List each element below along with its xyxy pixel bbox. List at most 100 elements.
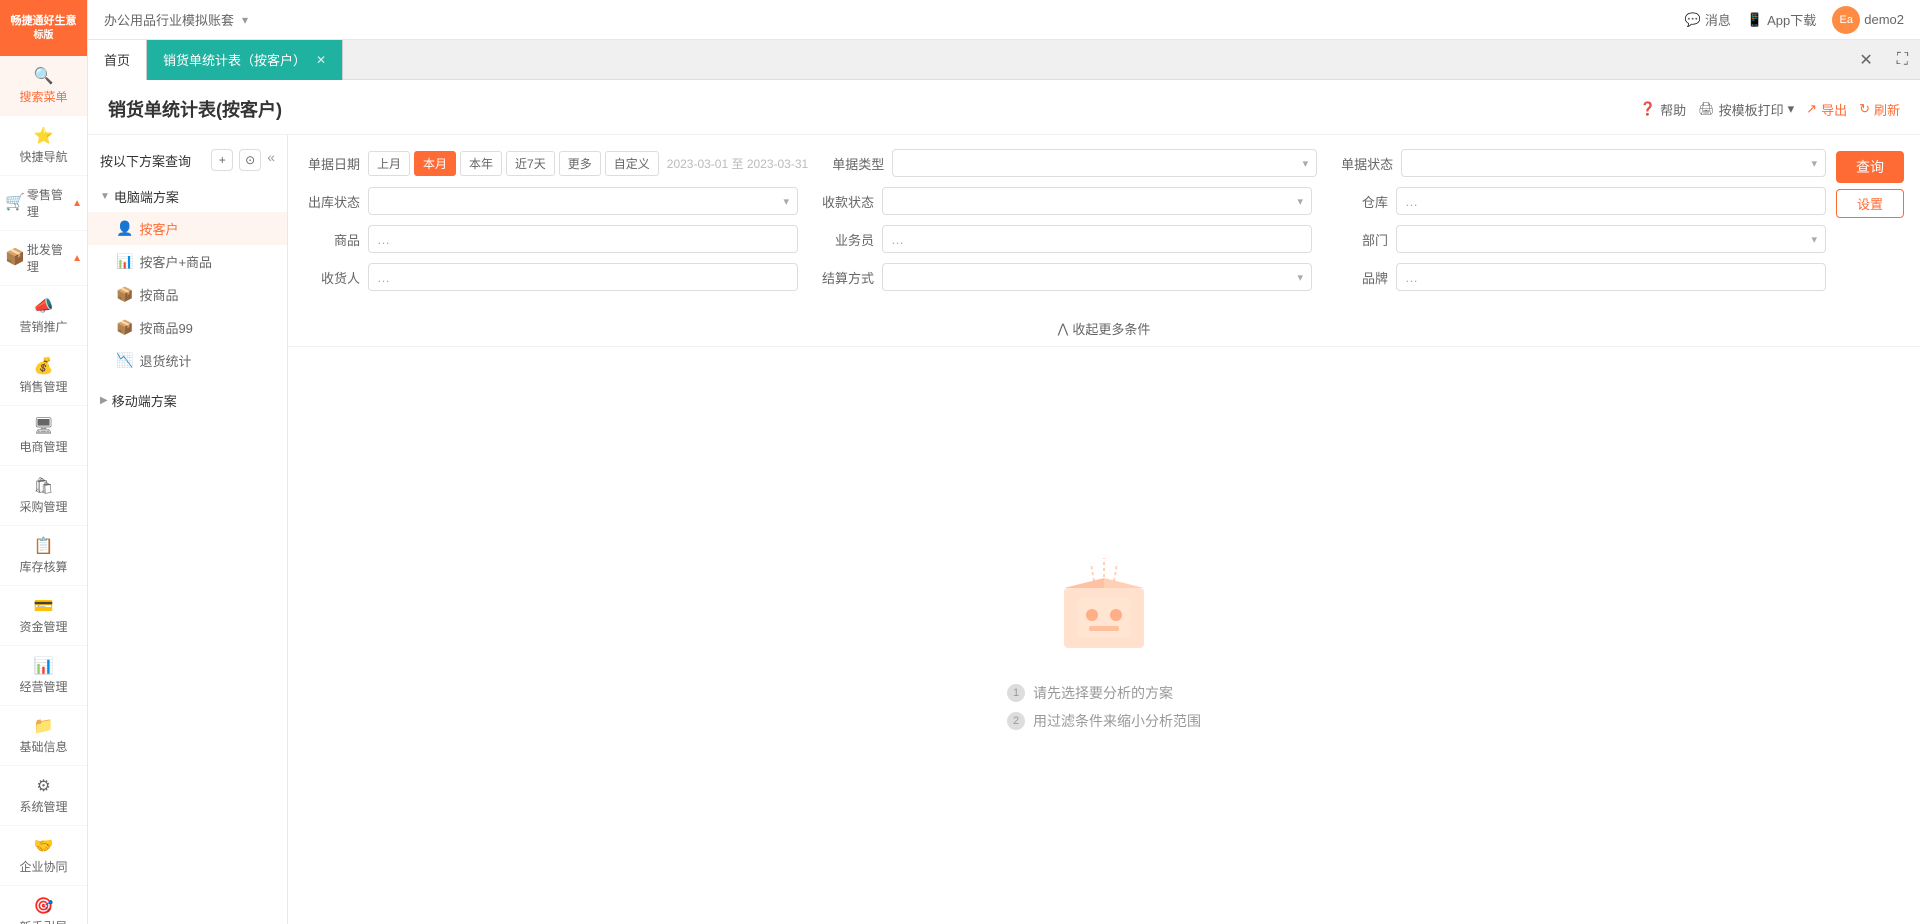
dept-arrow: ▾	[1811, 233, 1817, 246]
sidebar-item-search[interactable]: 🔍搜索菜单	[0, 56, 87, 116]
export-icon: ↗	[1806, 101, 1817, 117]
sidebar-item-retail[interactable]: 🛒零售管理▲	[0, 176, 87, 231]
out-status-select[interactable]: ▾	[368, 187, 798, 215]
date-btn-this-month[interactable]: 本月	[414, 151, 456, 176]
recipient-select[interactable]: …	[368, 263, 798, 291]
app-download-btn[interactable]: 📱 App下载	[1747, 10, 1816, 29]
settings-button[interactable]: 设置	[1836, 189, 1904, 218]
logo: 畅捷通好生意 标版	[0, 0, 87, 56]
sidebar-item-newbie[interactable]: 🎯新手引导	[0, 886, 87, 924]
settlement-select[interactable]: ▾	[882, 263, 1312, 291]
scheme-group-mobile-title[interactable]: ▶ 移动端方案	[88, 385, 287, 416]
window-close-btn[interactable]: ✕	[1847, 50, 1884, 70]
logo-subtext: 标版	[34, 29, 54, 42]
scheme-edit-btn[interactable]: ⊙	[239, 149, 261, 171]
page-title-bar: 销货单统计表(按客户) ❓ 帮助 🖨 按模板打印 ▾ ↗ 导出 ↻ 刷新	[88, 80, 1920, 135]
tip-num-2: 2	[1007, 712, 1025, 730]
salesperson-select[interactable]: …	[882, 225, 1312, 253]
sidebar-label-ecommerce: 电商管理	[19, 438, 67, 455]
scheme-item-customer-goods[interactable]: 📊 按客户+商品	[88, 245, 287, 278]
scheme-item-label-cg: 按客户+商品	[139, 252, 212, 271]
date-btn-more[interactable]: 更多	[559, 151, 601, 176]
collapse-more-btn[interactable]: ⋀ 收起更多条件	[304, 311, 1904, 346]
collect-status-select[interactable]: ▾	[882, 187, 1312, 215]
marketing-icon: 📣	[34, 296, 54, 316]
date-btn-custom[interactable]: 自定义	[605, 151, 659, 176]
tab-close-icon[interactable]: ✕	[316, 53, 326, 67]
scheme-item-icon-goods: 📦	[116, 286, 133, 303]
bill-type-label: 单据类型	[828, 154, 884, 173]
date-btn-last-month[interactable]: 上月	[368, 151, 410, 176]
username: demo2	[1864, 12, 1904, 27]
scheme-item-label-customer: 按客户	[139, 219, 178, 238]
sidebar-label-system: 系统管理	[19, 798, 67, 815]
collapse-icon: ⋀	[1058, 321, 1069, 337]
sidebar-label-search: 搜索菜单	[19, 88, 67, 105]
refresh-label: 刷新	[1874, 100, 1900, 119]
sidebar-item-sales[interactable]: 💰销售管理	[0, 346, 87, 406]
scheme-panel: 按以下方案查询 + ⊙ « ▼ 电脑端方案 👤 按客户	[88, 135, 288, 924]
bill-status-select[interactable]: ▾	[1401, 149, 1826, 177]
window-fullscreen-btn[interactable]: ⛶	[1885, 51, 1920, 69]
message-btn[interactable]: 💬 消息	[1685, 10, 1731, 29]
settlement-arrow: ▾	[1297, 271, 1303, 284]
date-btn-7days[interactable]: 近7天	[506, 151, 555, 176]
breadcrumb-arrow: ▾	[242, 13, 248, 27]
scheme-item-return[interactable]: 📉 退货统计	[88, 344, 287, 377]
user-area[interactable]: Ea demo2	[1832, 6, 1904, 34]
sidebar-item-purchase[interactable]: 🛍采购管理	[0, 466, 87, 526]
salesperson-label: 业务员	[818, 230, 874, 249]
sidebar-item-ecommerce[interactable]: 🖥 电商管理	[0, 406, 87, 466]
scheme-item-label-goods99: 按商品99	[139, 318, 192, 337]
header-actions: 💬 消息 📱 App下载 Ea demo2	[1685, 6, 1904, 34]
sidebar-item-basic[interactable]: 📁基础信息	[0, 706, 87, 766]
scheme-group-desktop-title[interactable]: ▼ 电脑端方案	[88, 181, 287, 212]
sidebar-item-marketing[interactable]: 📣营销推广	[0, 286, 87, 346]
empty-tips: 1 请先选择要分析的方案 2 用过滤条件来缩小分析范围	[1007, 683, 1201, 739]
sidebar-label-wholesale: 批发管理	[27, 241, 70, 275]
export-btn[interactable]: ↗ 导出	[1806, 100, 1847, 119]
app-download-label: App下载	[1767, 10, 1816, 29]
help-btn[interactable]: ❓ 帮助	[1640, 100, 1686, 119]
scheme-collapse-btn[interactable]: «	[267, 149, 275, 171]
sidebar-item-operation[interactable]: 📊经营管理	[0, 646, 87, 706]
help-icon: ❓	[1640, 101, 1656, 117]
scheme-item-icon-customer: 👤	[116, 220, 133, 237]
warehouse-select[interactable]: …	[1396, 187, 1826, 215]
sidebar-item-system[interactable]: ⚙系统管理	[0, 766, 87, 826]
sidebar-item-inventory[interactable]: 📋库存核算	[0, 526, 87, 586]
sidebar-item-quick-nav[interactable]: ⭐快捷导航	[0, 116, 87, 176]
message-icon: 💬	[1685, 12, 1701, 28]
sidebar-item-wholesale[interactable]: 📦批发管理▲	[0, 231, 87, 286]
mobile-group-icon: ▶	[100, 395, 108, 406]
recipient-label: 收货人	[304, 268, 360, 287]
scheme-item-goods[interactable]: 📦 按商品	[88, 278, 287, 311]
scheme-item-by-customer[interactable]: 👤 按客户	[88, 212, 287, 245]
tab-home[interactable]: 首页	[88, 40, 147, 80]
scheme-add-btn[interactable]: +	[211, 149, 233, 171]
print-btn[interactable]: 🖨 按模板打印 ▾	[1698, 100, 1794, 119]
tab-sales-stat[interactable]: 销货单统计表（按客户） ✕	[147, 40, 343, 80]
empty-state: 1 请先选择要分析的方案 2 用过滤条件来缩小分析范围	[288, 347, 1920, 924]
warehouse-label: 仓库	[1332, 192, 1388, 211]
sidebar-item-finance[interactable]: 💳资金管理	[0, 586, 87, 646]
date-btn-this-year[interactable]: 本年	[460, 151, 502, 176]
query-button[interactable]: 查询	[1836, 151, 1904, 183]
sidebar-label-enterprise: 企业协同	[19, 858, 67, 875]
scheme-group-desktop: ▼ 电脑端方案 👤 按客户 📊 按客户+商品 📦 按商品	[88, 177, 287, 381]
scheme-item-goods99[interactable]: 📦 按商品99	[88, 311, 287, 344]
out-status-arrow: ▾	[783, 195, 789, 208]
group-expand-icon: ▼	[100, 191, 110, 202]
goods-dots: …	[377, 232, 391, 247]
collapse-label: 收起更多条件	[1072, 319, 1150, 338]
sidebar-item-enterprise[interactable]: 🤝企业协同	[0, 826, 87, 886]
ecommerce-icon: 🖥	[33, 416, 53, 436]
dept-select[interactable]: ▾	[1396, 225, 1826, 253]
content-body: 按以下方案查询 + ⊙ « ▼ 电脑端方案 👤 按客户	[88, 135, 1920, 924]
print-label: 按模板打印	[1719, 100, 1784, 119]
refresh-btn[interactable]: ↻ 刷新	[1859, 100, 1900, 119]
bill-type-select[interactable]: ▾	[892, 149, 1317, 177]
goods-select[interactable]: …	[368, 225, 798, 253]
brand-select[interactable]: …	[1396, 263, 1826, 291]
tip-text-2: 用过滤条件来缩小分析范围	[1033, 711, 1201, 731]
